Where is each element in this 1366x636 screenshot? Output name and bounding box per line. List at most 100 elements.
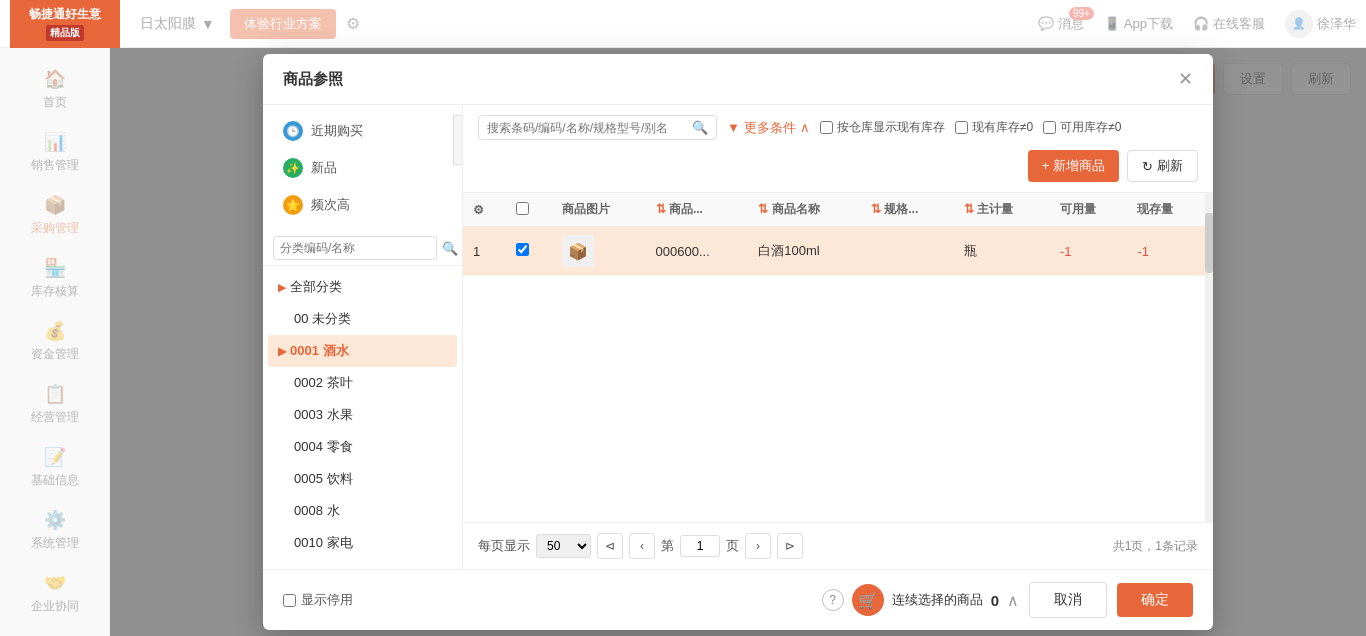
- modal-close-btn[interactable]: ✕: [1178, 68, 1193, 90]
- cat-tea[interactable]: 0002 茶叶: [268, 367, 457, 399]
- col-spec[interactable]: ⇅ 规格...: [861, 193, 954, 227]
- filter-btn[interactable]: ▼ 更多条件 ∧: [727, 119, 810, 137]
- cat-label-beverage: 0005 饮料: [294, 470, 353, 488]
- show-disabled-check[interactable]: 显示停用: [283, 591, 353, 609]
- sidebar-item-guide[interactable]: 📖 新手引导: [0, 625, 109, 636]
- cat-water[interactable]: 0008 水: [268, 495, 457, 527]
- col-checkbox[interactable]: [506, 193, 552, 227]
- available-checkbox[interactable]: [1043, 121, 1056, 134]
- cat-all[interactable]: ▶ 全部分类: [268, 271, 457, 303]
- sidebar-item-system[interactable]: ⚙️ 系统管理: [0, 499, 109, 562]
- page-last-btn[interactable]: ⊳: [777, 533, 803, 559]
- gear-icon[interactable]: ⚙: [346, 14, 360, 33]
- message-icon: 💬: [1038, 16, 1054, 31]
- row-img: 📦: [552, 227, 646, 276]
- cat-arrow-all: ▶: [278, 281, 286, 294]
- sidebar-item-finance[interactable]: 💰 资金管理: [0, 310, 109, 373]
- filter-label: 更多条件: [744, 119, 796, 137]
- cancel-btn[interactable]: 取消: [1029, 582, 1107, 618]
- cart-collapse-btn[interactable]: ∧: [1007, 591, 1019, 610]
- refresh-icon: ↻: [1142, 159, 1153, 174]
- sidebar-item-home[interactable]: 🏠 首页: [0, 58, 109, 121]
- col-settings[interactable]: ⚙: [463, 193, 506, 227]
- cat-arrow-liquor: ▶: [278, 345, 286, 358]
- quick-freq[interactable]: ⭐ 频次高: [273, 189, 452, 221]
- confirm-btn[interactable]: 确定: [1117, 583, 1193, 617]
- right-panel: 🔍 ▼ 更多条件 ∧ 按仓库显示现有库存: [463, 105, 1213, 569]
- row-spec: [861, 227, 954, 276]
- row-checkbox[interactable]: [506, 227, 552, 276]
- sort-icon-unit: ⇅: [964, 202, 974, 216]
- row-name: 白酒100ml: [748, 227, 861, 276]
- cat-liquor[interactable]: ▶ 0001 酒水: [268, 335, 457, 367]
- vertical-scrollbar[interactable]: [1205, 193, 1213, 522]
- page-first-btn[interactable]: ⊲: [597, 533, 623, 559]
- search-icon[interactable]: 🔍: [692, 120, 708, 135]
- filter-icon: ▼: [727, 120, 740, 135]
- product-search-input[interactable]: [487, 121, 687, 135]
- cat-label-liquor: 0001 酒水: [290, 342, 349, 360]
- col-unit[interactable]: ⇅ 主计量: [954, 193, 1050, 227]
- sidebar-item-operations[interactable]: 📋 经营管理: [0, 373, 109, 436]
- col-name[interactable]: ⇅ 商品名称: [748, 193, 861, 227]
- sidebar-item-inventory[interactable]: 🏪 库存核算: [0, 247, 109, 310]
- add-product-btn[interactable]: + 新增商品: [1028, 150, 1119, 182]
- filter-arrow: ∧: [800, 120, 810, 135]
- sidebar-label-finance: 资金管理: [31, 346, 79, 363]
- check-available[interactable]: 可用库存≠0: [1043, 119, 1121, 136]
- nav-selector[interactable]: 日太阳膜 ▼: [140, 15, 215, 33]
- search-icon[interactable]: 🔍: [442, 241, 458, 256]
- col-code[interactable]: ⇅ 商品...: [646, 193, 749, 227]
- table-scroll-area: ⚙ 商品图片 ⇅ 商品...: [463, 193, 1213, 522]
- cat-beverage[interactable]: 0005 饮料: [268, 463, 457, 495]
- user-menu[interactable]: 👤 徐泽华: [1285, 10, 1356, 38]
- avatar: 👤: [1285, 10, 1313, 38]
- cart-icon[interactable]: 🛒: [852, 584, 884, 616]
- product-search-box: 🔍: [478, 115, 717, 140]
- category-search-input[interactable]: [273, 236, 437, 260]
- row-stock: -1: [1127, 227, 1205, 276]
- cat-label-appliance: 0010 家电: [294, 534, 353, 552]
- sidebar-item-basics[interactable]: 📝 基础信息: [0, 436, 109, 499]
- sidebar-item-purchase[interactable]: 📦 采购管理: [0, 184, 109, 247]
- scroll-thumb[interactable]: [1205, 213, 1213, 273]
- collab-icon: 🤝: [44, 572, 66, 594]
- exp-btn[interactable]: 体验行业方案: [230, 9, 336, 39]
- check-warehouse[interactable]: 按仓库显示现有库存: [820, 119, 945, 136]
- app-download-btn[interactable]: 📱 App下载: [1104, 15, 1173, 33]
- stock-checkbox[interactable]: [955, 121, 968, 134]
- sidebar-label-inventory: 库存核算: [31, 283, 79, 300]
- freq-label: 频次高: [311, 196, 350, 214]
- table-row[interactable]: 1 📦 000600... 白酒100ml: [463, 227, 1205, 276]
- page-prev-btn[interactable]: ‹: [629, 533, 655, 559]
- select-all-checkbox[interactable]: [516, 202, 529, 215]
- page-next-btn[interactable]: ›: [745, 533, 771, 559]
- headset-icon: 🎧: [1193, 16, 1209, 31]
- modal-header: 商品参照 ✕: [263, 54, 1213, 105]
- message-btn[interactable]: 💬 消息 99+: [1038, 15, 1084, 33]
- online-service-btn[interactable]: 🎧 在线客服: [1193, 15, 1265, 33]
- sidebar-label-home: 首页: [43, 94, 67, 111]
- check-stock[interactable]: 现有库存≠0: [955, 119, 1033, 136]
- cat-fruit[interactable]: 0003 水果: [268, 399, 457, 431]
- content-area: 查询 设置 刷新 商品参照 ✕ 🕒: [110, 48, 1366, 636]
- sidebar-item-collab[interactable]: 🤝 企业协同: [0, 562, 109, 625]
- refresh-btn[interactable]: ↻ 刷新: [1127, 150, 1198, 182]
- warehouse-checkbox[interactable]: [820, 121, 833, 134]
- msg-badge: 99+: [1069, 7, 1094, 20]
- page-number-input[interactable]: [680, 535, 720, 557]
- panel-collapse-btn[interactable]: 《: [453, 115, 463, 165]
- sales-icon: 📊: [44, 131, 66, 153]
- cat-snack[interactable]: 0004 零食: [268, 431, 457, 463]
- pagination: 每页显示 50 20 100 ⊲ ‹ 第 页 ›: [463, 522, 1213, 569]
- help-icon[interactable]: ?: [822, 589, 844, 611]
- quick-recent[interactable]: 🕒 近期购买: [273, 115, 452, 147]
- quick-new[interactable]: ✨ 新品: [273, 152, 452, 184]
- home-icon: 🏠: [44, 68, 66, 90]
- purchase-icon: 📦: [44, 194, 66, 216]
- sidebar-item-sales[interactable]: 📊 销售管理: [0, 121, 109, 184]
- cat-unclassified[interactable]: 00 未分类: [268, 303, 457, 335]
- disabled-checkbox[interactable]: [283, 594, 296, 607]
- cat-appliance[interactable]: 0010 家电: [268, 527, 457, 559]
- per-page-select[interactable]: 50 20 100: [536, 534, 591, 558]
